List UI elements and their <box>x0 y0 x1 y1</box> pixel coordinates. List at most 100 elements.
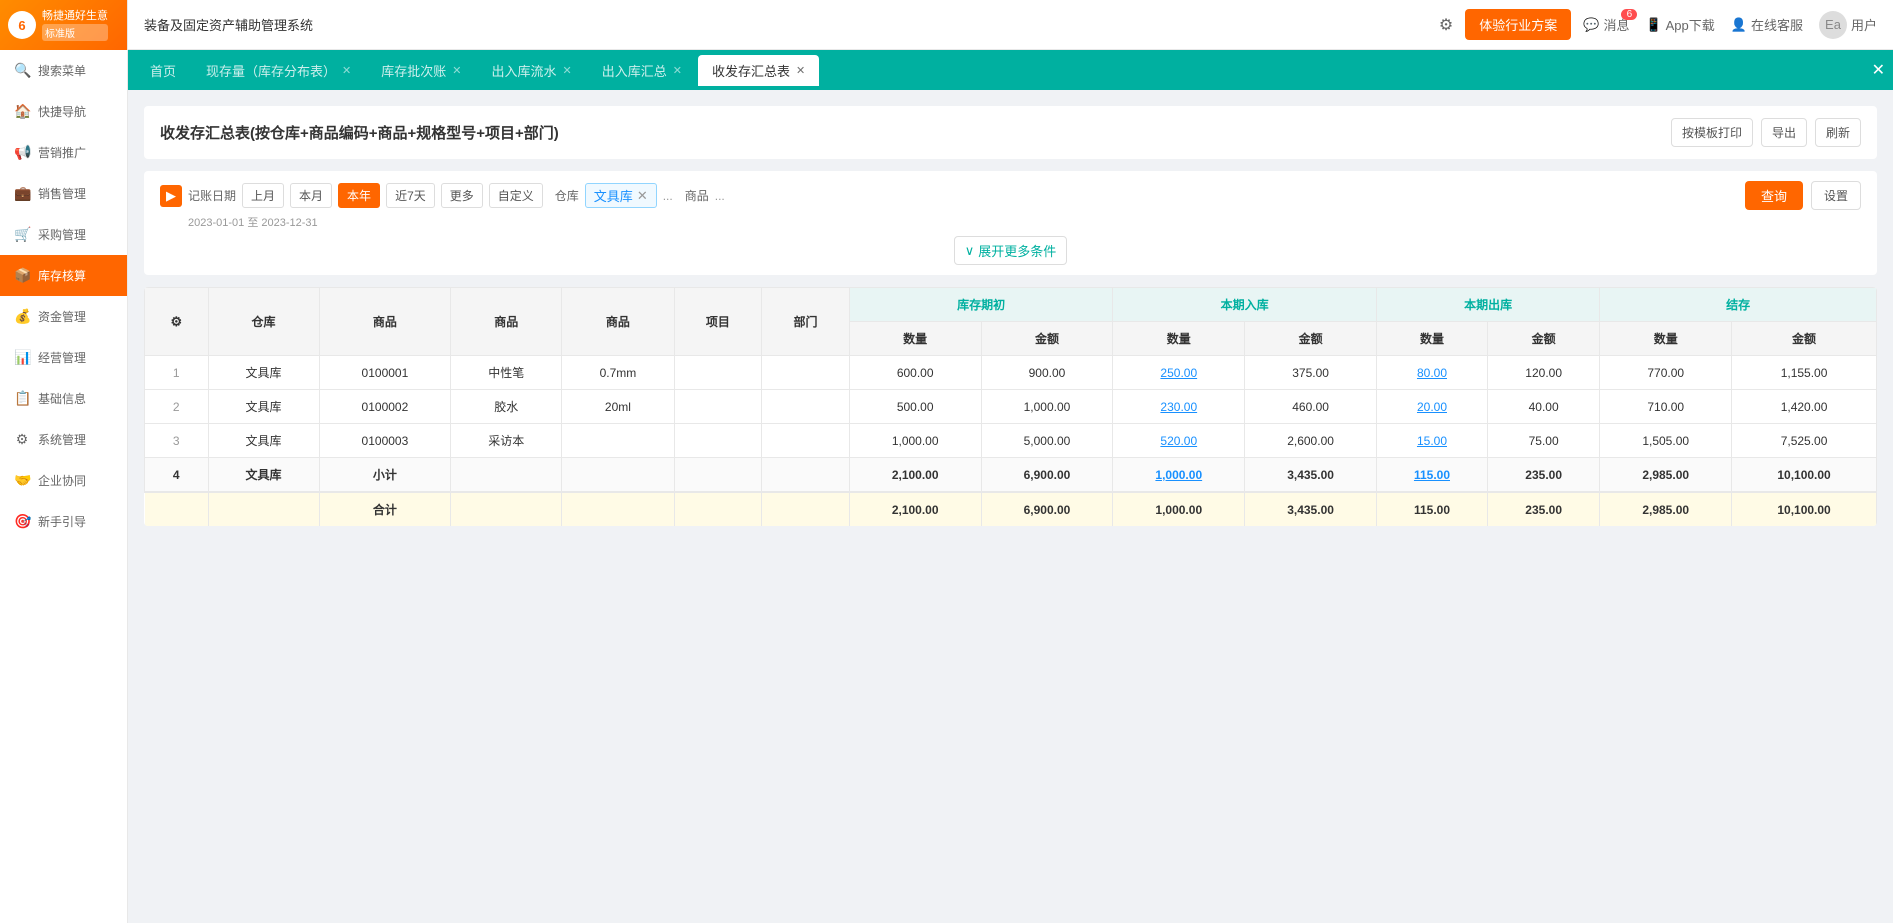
sidebar-item-search[interactable]: 🔍 搜索菜单 <box>0 50 127 91</box>
sidebar-item-label: 库存核算 <box>38 267 86 284</box>
sidebar-item-newbie[interactable]: 🎯 新手引导 <box>0 501 127 542</box>
settings-icon[interactable]: ⚙ <box>1439 15 1453 35</box>
row-opening-amt: 1,000.00 <box>981 390 1113 424</box>
total-out-qty: 115.00 <box>1376 492 1487 526</box>
tab-collect-summary[interactable]: 收发存汇总表 ✕ <box>698 55 819 86</box>
sidebar-item-operations[interactable]: 📊 经营管理 <box>0 337 127 378</box>
tab-label: 库存批次账 <box>381 61 446 80</box>
row-warehouse: 文具库 <box>208 356 319 390</box>
date-btn-more[interactable]: 更多 <box>441 183 483 208</box>
row-goods-code: 0100003 <box>319 424 451 458</box>
settings-button[interactable]: 设置 <box>1811 181 1861 210</box>
row-opening-qty: 600.00 <box>849 356 981 390</box>
total-out-amt: 235.00 <box>1488 492 1600 526</box>
row-out-qty[interactable]: 80.00 <box>1376 356 1487 390</box>
table-row: 1 文具库 0100001 中性笔 0.7mm 600.00 900.00 25… <box>145 356 1877 390</box>
col-goodsname-header: 商品 <box>451 288 562 356</box>
row-opening-qty: 1,000.00 <box>849 424 981 458</box>
date-btn-this-year[interactable]: 本年 <box>338 183 380 208</box>
row-out-qty[interactable]: 20.00 <box>1376 390 1487 424</box>
tabbar-close-icon[interactable]: ✕ <box>1872 60 1885 80</box>
logo-badge: 标准版 <box>42 24 108 41</box>
sidebar-item-purchase[interactable]: 🛒 采购管理 <box>0 214 127 255</box>
row-goods-spec <box>562 424 674 458</box>
row-out-amt: 75.00 <box>1488 424 1600 458</box>
print-button[interactable]: 按模板打印 <box>1671 118 1753 147</box>
online-service-button[interactable]: 👤 在线客服 <box>1731 15 1803 34</box>
tab-close-icon[interactable]: ✕ <box>796 64 805 77</box>
row-in-qty[interactable]: 250.00 <box>1113 356 1245 390</box>
total-label: 合计 <box>319 492 451 526</box>
date-btn-custom[interactable]: 自定义 <box>489 183 543 208</box>
sidebar-item-label: 销售管理 <box>38 185 86 202</box>
warehouse-tag-close-icon[interactable]: ✕ <box>637 188 648 204</box>
sidebar-item-finance[interactable]: 💰 资金管理 <box>0 296 127 337</box>
tab-batch-ledger[interactable]: 库存批次账 ✕ <box>367 55 475 86</box>
row-goods-code: 0100001 <box>319 356 451 390</box>
tab-inventory-dist[interactable]: 现存量（库存分布表） ✕ <box>192 55 365 86</box>
sidebar-item-system[interactable]: ⚙ 系统管理 <box>0 419 127 460</box>
tab-home[interactable]: 首页 <box>136 55 190 86</box>
sidebar-item-basic[interactable]: 📋 基础信息 <box>0 378 127 419</box>
tab-close-icon[interactable]: ✕ <box>673 64 682 77</box>
messages-badge: 6 <box>1621 9 1637 20</box>
col-settings-header[interactable]: ⚙ <box>145 288 209 356</box>
inventory-icon: 📦 <box>14 267 30 284</box>
row-opening-qty: 500.00 <box>849 390 981 424</box>
date-btn-prev-month[interactable]: 上月 <box>242 183 284 208</box>
date-btn-this-month[interactable]: 本月 <box>290 183 332 208</box>
row-num: 1 <box>145 356 209 390</box>
enterprise-icon: 🤝 <box>14 472 30 489</box>
refresh-button[interactable]: 刷新 <box>1815 118 1861 147</box>
sidebar-item-marketing[interactable]: 📢 营销推广 <box>0 132 127 173</box>
sidebar-item-label: 企业协同 <box>38 472 86 489</box>
expand-chevron-icon: ∨ <box>965 243 975 259</box>
row-in-qty[interactable]: 520.00 <box>1113 424 1245 458</box>
row-closing-qty: 770.00 <box>1600 356 1732 390</box>
warehouse-more[interactable]: ... <box>663 189 673 203</box>
row-in-amt: 375.00 <box>1245 356 1377 390</box>
row-out-qty[interactable]: 15.00 <box>1376 424 1487 458</box>
col-opening-header: 库存期初 <box>849 288 1113 322</box>
sidebar-item-inventory[interactable]: 📦 库存核算 <box>0 255 127 296</box>
sidebar-item-label: 资金管理 <box>38 308 86 325</box>
export-button[interactable]: 导出 <box>1761 118 1807 147</box>
subtotal-out-amt: 235.00 <box>1488 458 1600 493</box>
row-closing-amt: 1,420.00 <box>1732 390 1877 424</box>
tab-inout-summary[interactable]: 出入库汇总 ✕ <box>588 55 696 86</box>
row-dept <box>762 424 850 458</box>
subtotal-opening-qty: 2,100.00 <box>849 458 981 493</box>
expand-button[interactable]: ∨ 展开更多条件 <box>954 236 1068 265</box>
row-warehouse: 文具库 <box>208 424 319 458</box>
closing-qty-header: 数量 <box>1600 322 1732 356</box>
sidebar-item-quicknav[interactable]: 🏠 快捷导航 <box>0 91 127 132</box>
row-goods-name: 胶水 <box>451 390 562 424</box>
query-button[interactable]: 查询 <box>1745 181 1803 210</box>
tab-inout-flow[interactable]: 出入库流水 ✕ <box>477 55 585 86</box>
filter-collapse-icon[interactable]: ▶ <box>160 185 182 207</box>
row-out-amt: 120.00 <box>1488 356 1600 390</box>
subtotal-out-qty[interactable]: 115.00 <box>1376 458 1487 493</box>
user-menu[interactable]: Ea 用户 <box>1819 11 1877 39</box>
app-download-button[interactable]: 📱 App下载 <box>1645 15 1714 34</box>
tab-close-icon[interactable]: ✕ <box>452 64 461 77</box>
col-goodsspec-header: 商品 <box>562 288 674 356</box>
date-btn-7days[interactable]: 近7天 <box>386 183 435 208</box>
trial-button[interactable]: 体验行业方案 <box>1465 9 1571 40</box>
topbar: 装备及固定资产辅助管理系统 ⚙ 体验行业方案 💬 消息 6 📱 App下载 👤 … <box>128 0 1893 50</box>
row-in-amt: 460.00 <box>1245 390 1377 424</box>
column-settings-icon[interactable]: ⚙ <box>170 314 182 329</box>
tabbar: 首页 现存量（库存分布表） ✕ 库存批次账 ✕ 出入库流水 ✕ 出入库汇总 ✕ … <box>128 50 1893 90</box>
tab-close-icon[interactable]: ✕ <box>563 64 572 77</box>
tab-close-icon[interactable]: ✕ <box>342 64 351 77</box>
subtotal-in-qty[interactable]: 1,000.00 <box>1113 458 1245 493</box>
row-in-qty[interactable]: 230.00 <box>1113 390 1245 424</box>
row-opening-amt: 900.00 <box>981 356 1113 390</box>
sidebar-item-sales[interactable]: 💼 销售管理 <box>0 173 127 214</box>
sidebar-item-enterprise[interactable]: 🤝 企业协同 <box>0 460 127 501</box>
subtotal-label: 小计 <box>319 458 451 493</box>
goods-filter: 商品 ... <box>685 187 725 204</box>
goods-more[interactable]: ... <box>715 189 725 203</box>
messages-button[interactable]: 💬 消息 6 <box>1583 15 1629 34</box>
sidebar: 6 畅捷通好生意 标准版 🔍 搜索菜单 🏠 快捷导航 📢 营销推广 💼 销售管理… <box>0 0 128 923</box>
